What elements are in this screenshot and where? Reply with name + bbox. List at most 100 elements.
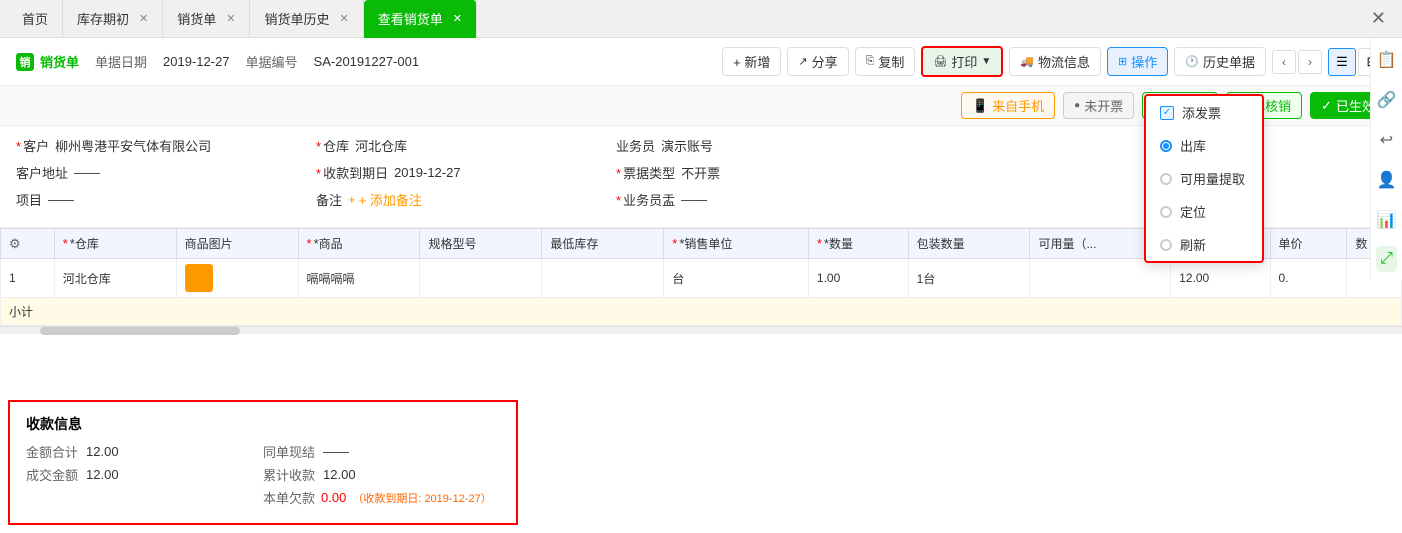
radio-available[interactable]	[1160, 173, 1172, 185]
ticket-icon: ●	[1074, 100, 1080, 111]
tab-home[interactable]: 首页	[8, 0, 63, 38]
checkbox-invoice[interactable]: ✓	[1160, 106, 1174, 120]
history-button[interactable]: 🕐 历史单据	[1174, 47, 1266, 76]
number-value: SA-20191227-001	[314, 54, 420, 69]
ticket-type-field: 票据类型 不开票	[616, 163, 876, 182]
row-spec	[420, 259, 542, 298]
dropdown-item-warehouse[interactable]: 出库	[1146, 129, 1262, 162]
radio-refresh[interactable]	[1160, 239, 1172, 251]
radio-locate[interactable]	[1160, 206, 1172, 218]
tab-sales-history[interactable]: 销货单历史 ✕	[250, 0, 363, 38]
sidebar-icon-chart[interactable]: 📊	[1373, 206, 1401, 234]
doc-title-area: 销 销货单	[16, 52, 79, 71]
tab-close-inventory[interactable]: ✕	[139, 12, 148, 25]
dropdown-item-invoice[interactable]: ✓ 添发票	[1146, 96, 1262, 129]
subtotal-label: 小计	[1, 298, 1402, 326]
amount-value: 12.00	[86, 444, 119, 459]
scrollbar-thumb[interactable]	[40, 327, 240, 335]
warehouse-field: 仓库 河北仓库	[316, 136, 576, 155]
owed-note: （收款到期日: 2019-12-27）	[352, 490, 491, 506]
ticket-type-value: 不开票	[681, 163, 801, 182]
col-warehouse: *仓库	[54, 229, 176, 259]
address-label: 客户地址	[16, 163, 68, 182]
same-order-row: 同单现结 ——	[263, 442, 500, 461]
dropdown-item-refresh[interactable]: 刷新	[1146, 228, 1262, 261]
payment-date-value: 2019-12-27	[394, 165, 514, 180]
row-current: 12.00	[1171, 259, 1270, 298]
staff-value: 演示账号	[661, 136, 781, 155]
ticket-type-label: 票据类型	[616, 163, 675, 182]
col-spec: 规格型号	[420, 229, 542, 259]
date-value: 2019-12-27	[163, 54, 230, 69]
sidebar-icon-link[interactable]: 🔗	[1373, 86, 1401, 114]
sidebar-icon-return[interactable]: ↩	[1376, 126, 1397, 154]
customer-field: 客户 柳州粤港平安气体有限公司	[16, 136, 276, 155]
col-pkg-qty: 包装数量	[908, 229, 1030, 259]
print-icon: 🖨	[933, 55, 947, 68]
logistics-icon: 🚚	[1020, 55, 1034, 68]
col-gear: ⚙	[1, 229, 55, 259]
payment-date-field: 收款到期日 2019-12-27	[316, 163, 576, 182]
from-phone-button[interactable]: 📱 来自手机	[961, 92, 1055, 119]
operation-button[interactable]: ⊞ 操作	[1107, 47, 1168, 76]
next-button[interactable]: ›	[1298, 50, 1322, 74]
window-close-button[interactable]: ✕	[1363, 8, 1394, 29]
col-unit: *销售单位	[664, 229, 809, 259]
address-field: 客户地址 ——	[16, 163, 276, 182]
print-button[interactable]: 🖨 打印 ▼	[921, 46, 1003, 77]
transaction-label: 成交金额	[26, 465, 78, 484]
operations-dropdown: ✓ 添发票 出库 可用量提取 定位 刷新	[1144, 94, 1264, 263]
dropdown-item-locate[interactable]: 定位	[1146, 195, 1262, 228]
tab-check-sales[interactable]: 查看销货单 ✕	[364, 0, 477, 38]
staff-label: 业务员	[616, 136, 655, 155]
warehouse-label: 仓库	[316, 136, 349, 155]
sidebar-icon-expand[interactable]: ⤢	[1376, 246, 1397, 272]
same-order-label: 同单现结	[263, 442, 315, 461]
row-index: 1	[1, 259, 55, 298]
transaction-row: 成交金额 12.00	[26, 465, 263, 484]
effective-icon: ✓	[1321, 98, 1332, 114]
list-view-button[interactable]: ☰	[1328, 48, 1356, 76]
number-label: 单据编号	[246, 52, 298, 71]
row-qty: 1.00	[808, 259, 908, 298]
doc-type-icon: 销	[16, 53, 34, 71]
payment-grid: 金额合计 12.00 同单现结 —— 成交金额 12.00 累计收款 12.00…	[26, 442, 500, 511]
new-button[interactable]: + 新增	[722, 47, 781, 76]
tab-close-history[interactable]: ✕	[340, 12, 349, 25]
tab-inventory-init[interactable]: 库存期初 ✕	[63, 0, 163, 38]
dropdown-item-available[interactable]: 可用量提取	[1146, 162, 1262, 195]
share-button[interactable]: ↗ 分享	[787, 47, 848, 76]
copy-button[interactable]: ⎘ 复制	[855, 47, 916, 76]
customer-label: 客户	[16, 136, 49, 155]
sidebar-icon-user[interactable]: 👤	[1373, 166, 1401, 194]
right-sidebar: 📋 🔗 ↩ 👤 📊 ⤢	[1370, 38, 1402, 280]
note-field: 备注 + + 添加备注	[316, 190, 576, 209]
row-price: 0.	[1270, 259, 1347, 298]
date-label: 单据日期	[95, 52, 147, 71]
tab-bar-right: ✕	[1363, 8, 1394, 29]
tab-sales-order[interactable]: 销货单 ✕	[163, 0, 250, 38]
tab-close-sales[interactable]: ✕	[226, 12, 235, 25]
radio-warehouse[interactable]	[1160, 140, 1172, 152]
gear-icon[interactable]: ⚙	[9, 236, 21, 251]
row-warehouse: 河北仓库	[54, 259, 176, 298]
owed-label: 本单欠款	[263, 488, 315, 507]
doc-title-text: 销货单	[40, 52, 79, 71]
logistics-button[interactable]: 🚚 物流信息	[1009, 47, 1101, 76]
tab-close-check[interactable]: ✕	[453, 12, 462, 25]
address-value: ——	[74, 165, 194, 180]
checkmark-icon: ✓	[1163, 107, 1171, 118]
nav-arrows: ‹ ›	[1272, 50, 1322, 74]
not-open-button[interactable]: ● 未开票	[1063, 92, 1134, 119]
add-note-button[interactable]: + + 添加备注	[348, 190, 422, 209]
plus-icon: +	[348, 192, 356, 207]
table-scrollbar[interactable]	[0, 326, 1402, 334]
product-image	[185, 264, 213, 292]
note-label: 备注	[316, 190, 342, 209]
print-dropdown-icon: ▼	[981, 56, 991, 67]
copy-icon: ⎘	[866, 55, 875, 68]
prev-button[interactable]: ‹	[1272, 50, 1296, 74]
col-qty: *数量	[808, 229, 908, 259]
sidebar-icon-document[interactable]: 📋	[1373, 46, 1401, 74]
owed-row: 本单欠款 0.00 （收款到期日: 2019-12-27）	[263, 488, 500, 507]
